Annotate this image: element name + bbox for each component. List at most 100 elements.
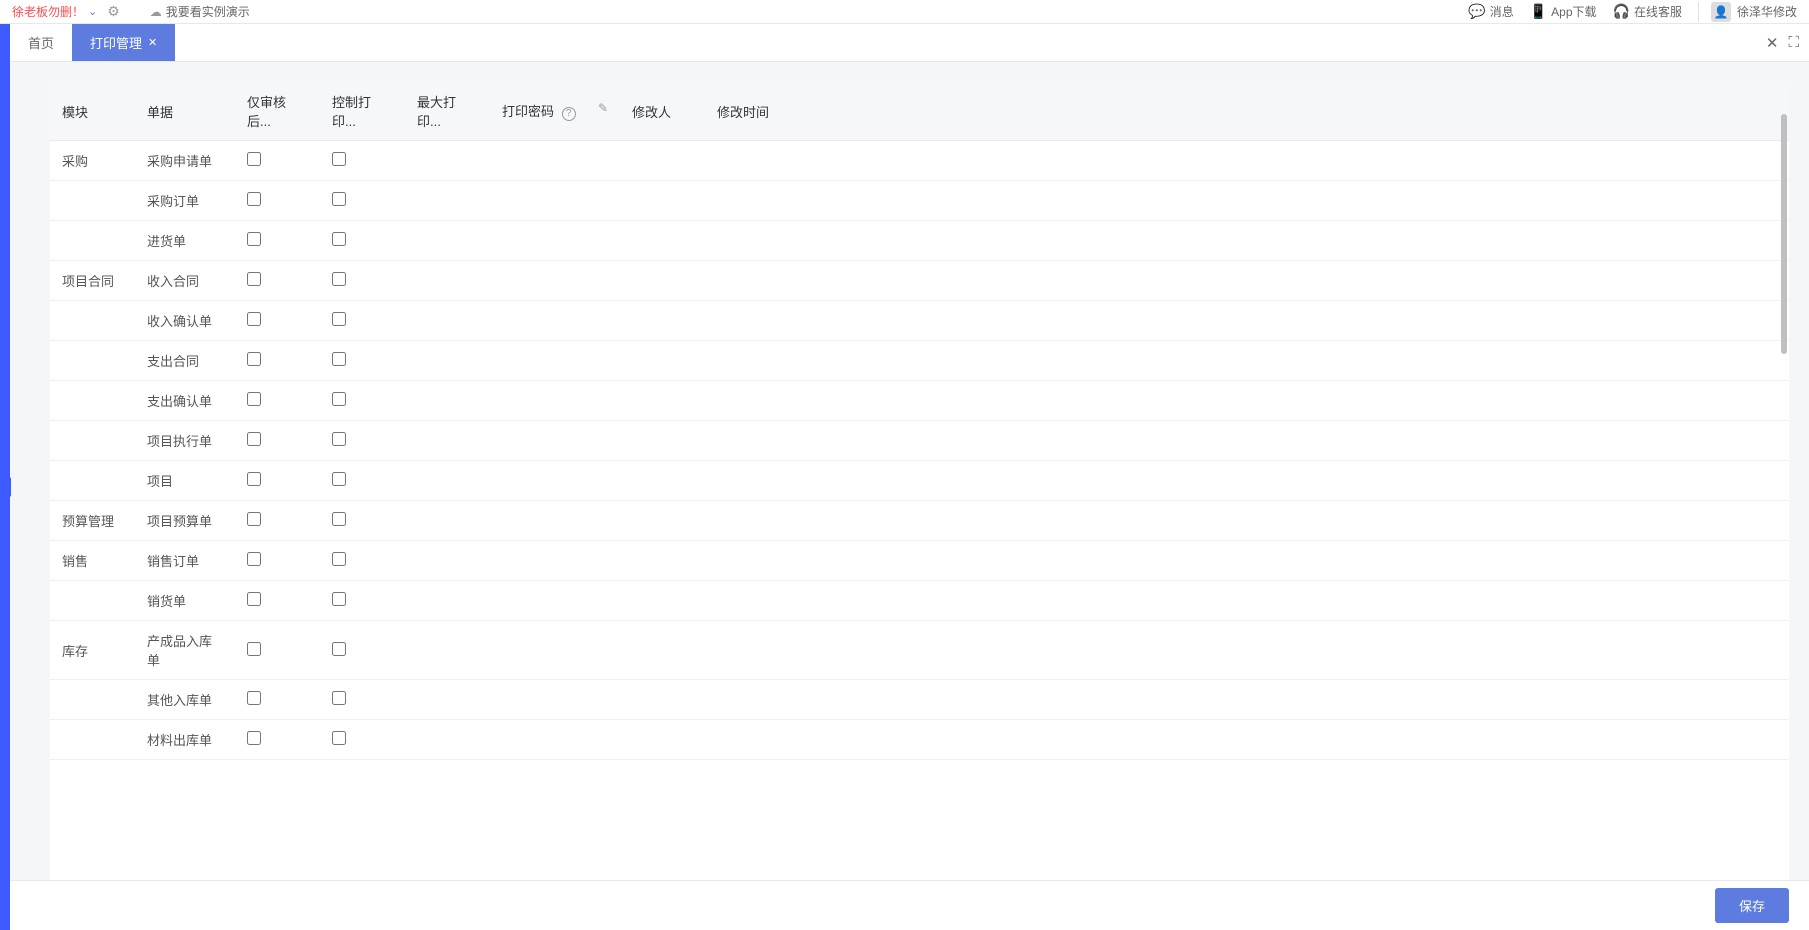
checkbox[interactable]	[247, 272, 261, 286]
cell-modifier	[620, 301, 705, 341]
checkbox[interactable]	[332, 512, 346, 526]
headset-icon: 🎧	[1613, 3, 1630, 20]
cell-audit-checkbox	[235, 341, 320, 381]
cell-modify-time	[705, 181, 1789, 221]
cell-audit-checkbox	[235, 501, 320, 541]
checkbox[interactable]	[332, 152, 346, 166]
edit-icon[interactable]: ✎	[598, 101, 608, 115]
cell-module	[50, 221, 135, 261]
online-service-label: 在线客服	[1634, 3, 1682, 20]
checkbox[interactable]	[247, 232, 261, 246]
cell-control-checkbox	[320, 421, 405, 461]
th-control-print: 控制打印...	[320, 82, 405, 141]
table-row: 项目合同收入合同	[50, 261, 1789, 301]
cell-modifier	[620, 581, 705, 621]
table-row: 支出确认单	[50, 381, 1789, 421]
cell-password	[490, 680, 620, 720]
messages-link[interactable]: 💬 消息	[1468, 3, 1513, 20]
save-button[interactable]: 保存	[1715, 888, 1789, 923]
cell-modify-time	[705, 720, 1789, 760]
cell-modify-time	[705, 261, 1789, 301]
tabs-bar: 首页 打印管理 ✕ ✕ ⛶	[10, 24, 1809, 62]
messages-label: 消息	[1490, 3, 1514, 20]
checkbox[interactable]	[247, 152, 261, 166]
cell-module	[50, 301, 135, 341]
cell-modify-time	[705, 541, 1789, 581]
cell-document: 支出合同	[135, 341, 235, 381]
sidebar-collapsed[interactable]	[0, 24, 10, 930]
cell-password	[490, 421, 620, 461]
checkbox[interactable]	[247, 352, 261, 366]
gear-icon[interactable]: ⚙	[107, 3, 120, 20]
scrollbar-vertical[interactable]	[1781, 114, 1787, 354]
checkbox[interactable]	[247, 392, 261, 406]
cell-modifier	[620, 461, 705, 501]
cell-document: 销货单	[135, 581, 235, 621]
table-row: 收入确认单	[50, 301, 1789, 341]
tabs-right-controls: ✕ ⛶	[1756, 24, 1809, 61]
th-document: 单据	[135, 82, 235, 141]
cell-module	[50, 461, 135, 501]
checkbox[interactable]	[332, 472, 346, 486]
user-menu[interactable]: 👤 徐泽华修改	[1698, 2, 1797, 22]
cell-module: 预算管理	[50, 501, 135, 541]
checkbox[interactable]	[332, 592, 346, 606]
table-body: 采购采购申请单采购订单进货单项目合同收入合同收入确认单支出合同支出确认单项目执行…	[50, 141, 1789, 760]
checkbox[interactable]	[332, 272, 346, 286]
checkbox[interactable]	[332, 731, 346, 745]
tab-home[interactable]: 首页	[10, 24, 72, 61]
cell-modifier	[620, 541, 705, 581]
tab-print-management[interactable]: 打印管理 ✕	[72, 24, 175, 61]
checkbox[interactable]	[332, 552, 346, 566]
fullscreen-icon[interactable]: ⛶	[1788, 34, 1799, 51]
checkbox[interactable]	[247, 642, 261, 656]
cell-password	[490, 301, 620, 341]
checkbox[interactable]	[332, 312, 346, 326]
checkbox[interactable]	[332, 642, 346, 656]
online-service-link[interactable]: 🎧 在线客服	[1613, 3, 1682, 20]
checkbox[interactable]	[247, 691, 261, 705]
checkbox[interactable]	[332, 192, 346, 206]
app-download-link[interactable]: 📱 App下载	[1530, 3, 1597, 20]
phone-icon: 📱	[1530, 3, 1547, 20]
org-dropdown[interactable]: 徐老板勿删！ ⌄	[12, 3, 97, 20]
cell-password	[490, 581, 620, 621]
cell-document: 销售订单	[135, 541, 235, 581]
cell-control-checkbox	[320, 541, 405, 581]
checkbox[interactable]	[332, 691, 346, 705]
cell-modify-time	[705, 301, 1789, 341]
cell-control-checkbox	[320, 621, 405, 680]
table-wrap: 模块 单据 仅审核后... 控制打印... 最大打印... 打印密码 ? ✎ 修…	[50, 82, 1789, 880]
checkbox[interactable]	[247, 312, 261, 326]
th-module: 模块	[50, 82, 135, 141]
cell-document: 采购申请单	[135, 141, 235, 181]
close-all-icon[interactable]: ✕	[1766, 34, 1779, 52]
checkbox[interactable]	[332, 352, 346, 366]
top-bar: 徐老板勿删！ ⌄ ⚙ ☁ 我要看实例演示 💬 消息 📱 App下载 🎧 在线客服…	[0, 0, 1809, 24]
close-icon[interactable]: ✕	[148, 36, 157, 49]
cell-audit-checkbox	[235, 261, 320, 301]
top-right: 💬 消息 📱 App下载 🎧 在线客服 👤 徐泽华修改	[1468, 2, 1797, 22]
checkbox[interactable]	[247, 512, 261, 526]
cell-max-print	[405, 581, 490, 621]
cell-max-print	[405, 461, 490, 501]
cell-document: 项目	[135, 461, 235, 501]
cell-audit-checkbox	[235, 541, 320, 581]
cell-control-checkbox	[320, 461, 405, 501]
checkbox[interactable]	[332, 432, 346, 446]
help-icon[interactable]: ?	[562, 107, 576, 121]
checkbox[interactable]	[247, 731, 261, 745]
checkbox[interactable]	[332, 232, 346, 246]
tab-active-label: 打印管理	[90, 33, 142, 52]
checkbox[interactable]	[247, 192, 261, 206]
checkbox[interactable]	[332, 392, 346, 406]
cell-max-print	[405, 720, 490, 760]
table-row: 预算管理项目预算单	[50, 501, 1789, 541]
checkbox[interactable]	[247, 552, 261, 566]
checkbox[interactable]	[247, 472, 261, 486]
checkbox[interactable]	[247, 592, 261, 606]
checkbox[interactable]	[247, 432, 261, 446]
demo-link[interactable]: ☁ 我要看实例演示	[150, 3, 250, 20]
cell-modify-time	[705, 421, 1789, 461]
cell-password	[490, 181, 620, 221]
